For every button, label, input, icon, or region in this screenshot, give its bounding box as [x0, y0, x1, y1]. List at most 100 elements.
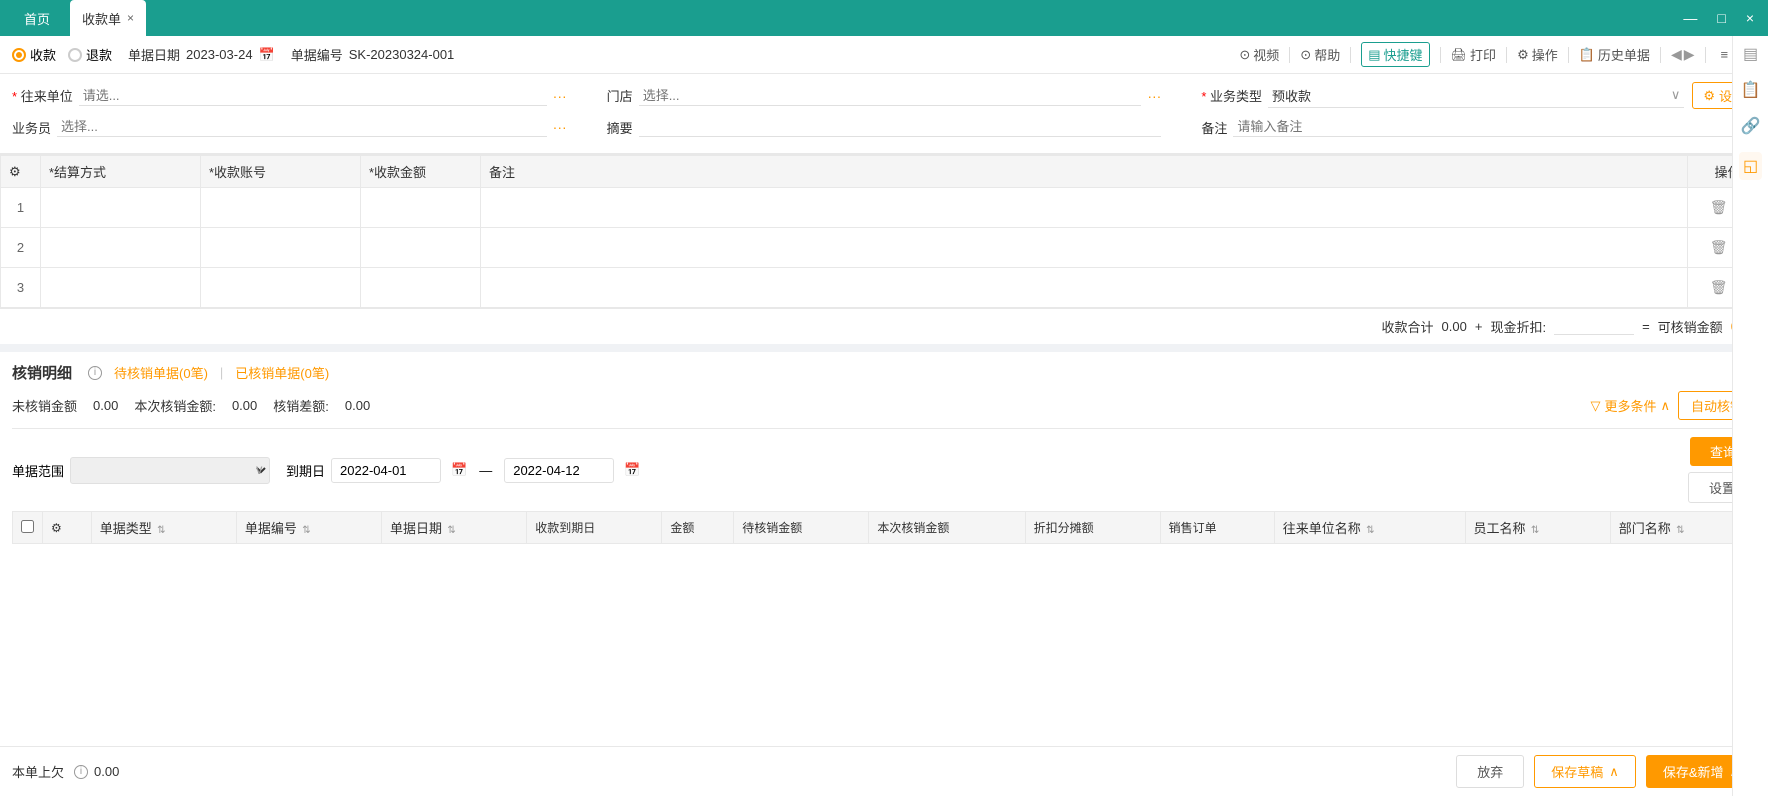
shop-input[interactable]	[639, 86, 1142, 106]
col-remark: 备注	[481, 156, 1688, 188]
tab-receipt[interactable]: 收款单 ×	[70, 0, 146, 36]
select-all-checkbox[interactable]	[21, 520, 34, 533]
staff-more-icon[interactable]: ···	[553, 119, 567, 135]
sort-partner-icon[interactable]: ⇅	[1366, 525, 1374, 536]
sort-staff-icon[interactable]: ⇅	[1531, 525, 1539, 536]
sidebar-icon-4[interactable]: ◱	[1739, 152, 1762, 180]
row2-remark[interactable]	[481, 228, 1688, 268]
more-filter-btn[interactable]: ▽ 更多条件 ∧	[1590, 396, 1670, 415]
row3-account[interactable]	[201, 268, 361, 308]
list-view-btn[interactable]: ≡	[1716, 44, 1734, 66]
operate-btn[interactable]: ⚙ 操作	[1517, 45, 1558, 64]
radio-refund-dot	[68, 48, 82, 62]
row2-delete-icon[interactable]: 🗑	[1710, 239, 1728, 256]
minimize-btn[interactable]: —	[1677, 8, 1703, 28]
cal-icon-1[interactable]: 📅	[451, 462, 467, 478]
tab-separator: |	[220, 365, 223, 380]
shop-more-icon[interactable]: ···	[1147, 88, 1161, 104]
tab-done[interactable]: 已核销单据(0笔)	[235, 363, 329, 382]
calendar-icon[interactable]: 📅	[259, 47, 275, 63]
biz-type-label: * 业务类型	[1201, 86, 1262, 105]
discount-input[interactable]	[1554, 319, 1634, 335]
row1-delete-icon[interactable]: 🗑	[1710, 199, 1728, 216]
cal-icon-2[interactable]: 📅	[624, 462, 640, 478]
table-settings-th[interactable]: ⚙	[1, 156, 41, 188]
row2-account[interactable]	[201, 228, 361, 268]
maximize-btn[interactable]: □	[1711, 8, 1731, 28]
print-btn[interactable]: 🖨 打印	[1451, 45, 1497, 64]
partner-input[interactable]	[79, 86, 547, 106]
divider6	[1660, 47, 1661, 63]
staff-input[interactable]	[57, 117, 547, 137]
video-btn[interactable]: ⊙ 视频	[1239, 45, 1279, 64]
tab-pending[interactable]: 待核销单据(0笔)	[114, 363, 208, 382]
range-select[interactable]	[70, 457, 270, 484]
row1-amount[interactable]	[361, 188, 481, 228]
row3-amount[interactable]	[361, 268, 481, 308]
partner-more-icon[interactable]: ···	[553, 88, 567, 104]
bottom-col-gear[interactable]: ⚙	[43, 512, 92, 544]
verify-info-icon[interactable]: i	[88, 366, 102, 380]
bottom-bar: 本单上欠 i 0.00 放弃 保存草稿 ∧ 保存&新增 ∧	[0, 746, 1768, 796]
row-num-1: 1	[1, 188, 41, 228]
total-label: 收款合计	[1382, 317, 1434, 336]
remark-input[interactable]	[1233, 117, 1756, 137]
divider5	[1568, 47, 1569, 63]
partner-field: * 往来单位 ···	[12, 86, 567, 106]
row1-remark[interactable]	[481, 188, 1688, 228]
form-row-1: * 往来单位 ··· 门店 ··· * 业务类型 预收款 ∨	[12, 82, 1756, 109]
video-icon: ⊙	[1239, 47, 1250, 63]
col-amount: *收款金额	[361, 156, 481, 188]
radio-refund[interactable]: 退款	[68, 45, 112, 64]
bottom-table: ⚙ 单据类型 ⇅ 单据编号 ⇅ 单据日期 ⇅ 收款到	[12, 511, 1756, 544]
date-to-input[interactable]	[504, 458, 614, 483]
sort-date-icon[interactable]: ⇅	[447, 525, 455, 536]
abandon-btn[interactable]: 放弃	[1456, 755, 1524, 788]
tab-close-icon[interactable]: ×	[127, 11, 134, 25]
toolbar-right: ⊙ 视频 ⊙ 帮助 ▤ 快捷键 🖨 打印 ⚙ 操作	[1239, 42, 1756, 67]
help-btn[interactable]: ⊙ 帮助	[1300, 45, 1340, 64]
range-select-wrap: ∨	[70, 457, 270, 484]
operate-icon: ⚙	[1517, 47, 1529, 63]
tab-home[interactable]: 首页	[8, 0, 66, 36]
row1-account[interactable]	[201, 188, 361, 228]
biz-type-select[interactable]: 预收款 ∨	[1268, 84, 1684, 108]
doc-no-value[interactable]: SK-20230324-001	[349, 47, 455, 62]
save-draft-btn[interactable]: 保存草稿 ∧	[1534, 755, 1636, 788]
row3-settlement[interactable]	[41, 268, 201, 308]
shortcut-btn[interactable]: ▤ 快捷键	[1361, 42, 1429, 67]
date-field: 单据日期 2023-03-24 📅	[128, 45, 275, 64]
date-from-input[interactable]	[331, 458, 441, 483]
nav-prev-icon[interactable]: ◀	[1671, 46, 1682, 63]
form-row-2: 业务员 ··· 摘要 备注	[12, 117, 1756, 137]
range-field: 单据范围 ∨	[12, 457, 270, 484]
row3-remark[interactable]	[481, 268, 1688, 308]
owe-info-icon[interactable]: i	[74, 765, 88, 779]
bottom-col-current: 本次核销金额	[869, 512, 1025, 544]
date-value[interactable]: 2023-03-24	[186, 47, 253, 62]
bottom-bar-right: 放弃 保存草稿 ∧ 保存&新增 ∧	[1456, 755, 1756, 788]
bottom-col-discount: 折扣分摊额	[1025, 512, 1160, 544]
bottom-col-pending: 待核销金额	[734, 512, 869, 544]
radio-receipt[interactable]: 收款	[12, 45, 56, 64]
bottom-col-checkbox-th[interactable]	[13, 512, 43, 544]
divider3	[1440, 47, 1441, 63]
sort-type-icon[interactable]: ⇅	[157, 525, 165, 536]
sidebar-icon-1[interactable]: ▤	[1743, 44, 1758, 64]
row2-amount[interactable]	[361, 228, 481, 268]
summary-input[interactable]	[639, 117, 1162, 137]
sort-no-icon[interactable]: ⇅	[302, 525, 310, 536]
remark-label: 备注	[1201, 118, 1227, 137]
save-draft-chevron-icon: ∧	[1609, 764, 1619, 780]
history-btn[interactable]: 📋 历史单据	[1579, 45, 1650, 64]
row1-settlement[interactable]	[41, 188, 201, 228]
nav-next-icon[interactable]: ▶	[1684, 46, 1695, 63]
sort-dept-icon[interactable]: ⇅	[1676, 525, 1684, 536]
row3-delete-icon[interactable]: 🗑	[1710, 279, 1728, 296]
col-account: *收款账号	[201, 156, 361, 188]
row2-settlement[interactable]	[41, 228, 201, 268]
sidebar-icon-2[interactable]: 📋	[1741, 80, 1761, 100]
tab-receipt-label: 收款单	[82, 9, 121, 28]
close-btn[interactable]: ×	[1740, 8, 1760, 28]
sidebar-icon-3[interactable]: 🔗	[1741, 116, 1761, 136]
